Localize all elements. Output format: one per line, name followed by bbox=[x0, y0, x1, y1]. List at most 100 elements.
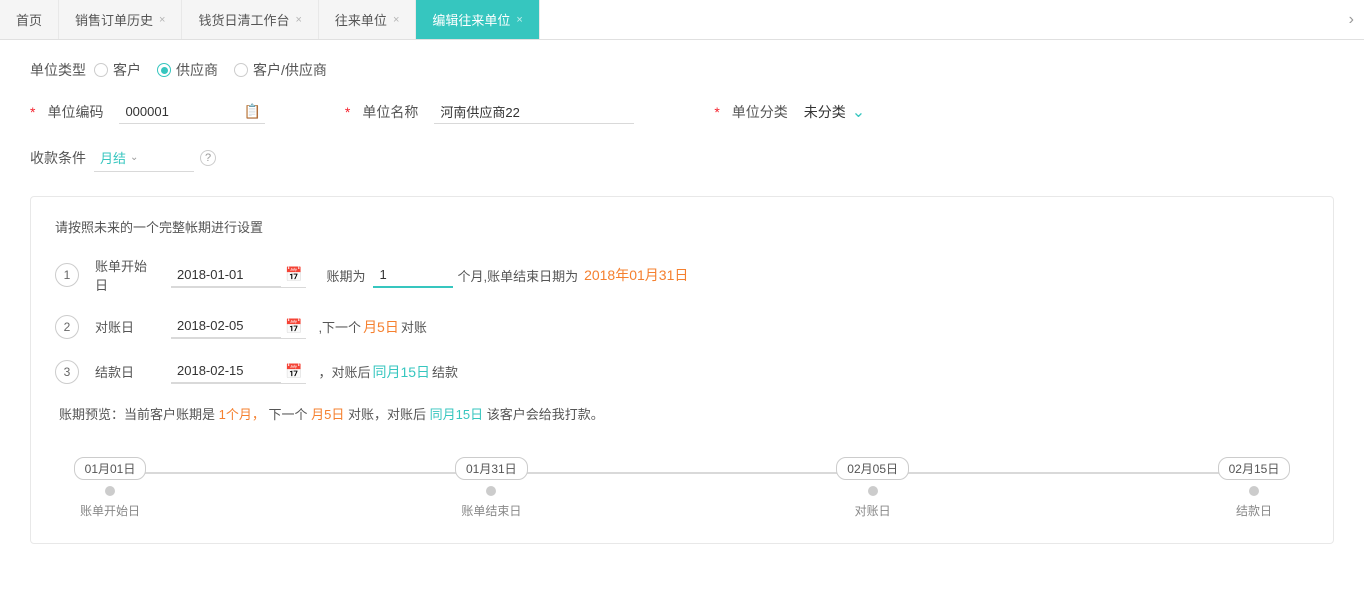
payment-terms-label: 收款条件 bbox=[30, 148, 86, 168]
unit-category-value: 未分类 bbox=[804, 102, 846, 122]
unit-code-input[interactable] bbox=[119, 100, 239, 123]
tab-home[interactable]: 首页 bbox=[0, 0, 59, 39]
radio-supplier-label: 供应商 bbox=[176, 60, 218, 80]
period-date-1-wrapper: 📅 bbox=[171, 263, 306, 288]
radio-both[interactable]: 客户/供应商 bbox=[234, 60, 327, 80]
timeline-pill-3: 02月05日 bbox=[836, 457, 909, 480]
tab-edit-partner-label: 编辑往来单位 bbox=[432, 10, 510, 29]
period-date-1-input[interactable] bbox=[171, 263, 281, 287]
unit-type-label: 单位类型 bbox=[30, 60, 86, 80]
preview-suffix: 该客户会给我打款。 bbox=[487, 407, 604, 422]
preview-prefix: 账期预览：当前客户账期是 bbox=[59, 407, 215, 422]
radio-customer[interactable]: 客户 bbox=[94, 60, 141, 80]
period-date-2-calendar-icon[interactable]: 📅 bbox=[281, 318, 306, 335]
preview-highlight2: 月5日 bbox=[311, 407, 344, 422]
preview-mid1: 下一个 bbox=[269, 407, 308, 422]
timeline-node-1: 01月01日 bbox=[65, 457, 155, 496]
unit-code-star: * bbox=[30, 104, 35, 120]
timeline-label-3: 对账日 bbox=[828, 502, 918, 519]
period-label-1: 账单开始日 bbox=[95, 256, 155, 294]
tab-expand-button[interactable]: › bbox=[1339, 0, 1364, 39]
period-period-label: 账期为 bbox=[326, 266, 365, 285]
tab-home-label: 首页 bbox=[16, 10, 42, 29]
timeline-label-1: 账单开始日 bbox=[65, 502, 155, 519]
unit-category-group: * 单位分类 未分类 ⌄ bbox=[714, 102, 865, 122]
unit-category-select[interactable]: 未分类 ⌄ bbox=[804, 102, 865, 122]
tab-sales-label: 销售订单历史 bbox=[75, 10, 153, 29]
unit-code-icon[interactable]: 📋 bbox=[239, 103, 264, 120]
preview-highlight3: 同月15日 bbox=[430, 407, 483, 422]
unit-name-star: * bbox=[345, 104, 350, 120]
unit-info-row: * 单位编码 📋 * 单位名称 * 单位分类 未分类 ⌄ bbox=[30, 100, 1334, 124]
period-row-1: 1 账单开始日 📅 账期为 个月,账单结束日期为 2018年01月31日 bbox=[55, 256, 1309, 294]
help-icon[interactable]: ? bbox=[200, 150, 216, 166]
tab-partner[interactable]: 往来单位 × bbox=[319, 0, 416, 39]
radio-supplier[interactable]: 供应商 bbox=[157, 60, 218, 80]
period-row3-post: 结款 bbox=[432, 362, 458, 381]
period-end-date: 2018年01月31日 bbox=[584, 265, 688, 285]
period-date-2-wrapper: 📅 bbox=[171, 314, 306, 339]
main-content: 单位类型 客户 供应商 客户/供应商 * 单位编码 📋 bbox=[0, 40, 1364, 608]
radio-customer-label: 客户 bbox=[113, 60, 141, 80]
tab-sales-close-icon[interactable]: × bbox=[159, 14, 165, 26]
timeline-dot-2 bbox=[486, 486, 496, 496]
tab-edit-partner[interactable]: 编辑往来单位 × bbox=[416, 0, 539, 39]
timeline-node-4: 02月15日 bbox=[1209, 457, 1299, 496]
timeline-labels: 账单开始日 账单结束日 对账日 结款日 bbox=[65, 502, 1299, 519]
tab-cash-work[interactable]: 钱货日清工作台 × bbox=[182, 0, 318, 39]
period-row2-highlight: 月5日 bbox=[363, 317, 399, 337]
radio-both-label: 客户/供应商 bbox=[253, 60, 327, 80]
period-row3-highlight: 同月15日 bbox=[372, 362, 430, 382]
timeline-area: 01月01日 01月31日 02月05日 bbox=[55, 447, 1309, 523]
period-row2-pre: ,下一个 bbox=[318, 317, 361, 336]
period-label-2: 对账日 bbox=[95, 317, 155, 336]
period-row2-post: 对账 bbox=[401, 317, 427, 336]
unit-code-label: 单位编码 bbox=[47, 102, 103, 122]
unit-name-group: * 单位名称 bbox=[345, 100, 634, 124]
period-months-input[interactable] bbox=[373, 263, 453, 288]
period-date-3-calendar-icon[interactable]: 📅 bbox=[281, 363, 306, 380]
payment-terms-select[interactable]: 月结 ⌄ bbox=[94, 144, 194, 172]
unit-code-input-wrapper: 📋 bbox=[119, 100, 264, 124]
tab-cash-close-icon[interactable]: × bbox=[295, 14, 301, 26]
unit-category-chevron-icon: ⌄ bbox=[852, 102, 865, 122]
timeline-dot-1 bbox=[105, 486, 115, 496]
timeline-dot-3 bbox=[868, 486, 878, 496]
tab-edit-partner-close-icon[interactable]: × bbox=[516, 14, 522, 26]
period-settings-card: 请按照未来的一个完整帐期进行设置 1 账单开始日 📅 账期为 个月,账单结束日期… bbox=[30, 196, 1334, 544]
preview-highlight1: 1个月， bbox=[219, 407, 265, 422]
preview-text: 账期预览：当前客户账期是 1个月， 下一个 月5日 对账，对账后 同月15日 该… bbox=[55, 404, 1309, 423]
period-row3-pre: ，对账后 bbox=[318, 362, 370, 381]
period-label-3: 结款日 bbox=[95, 362, 155, 381]
preview-mid2: 对账，对账后 bbox=[348, 407, 426, 422]
radio-both-circle bbox=[234, 63, 248, 77]
radio-supplier-circle bbox=[157, 63, 171, 77]
timeline-node-2: 01月31日 bbox=[446, 457, 536, 496]
period-date-3-input[interactable] bbox=[171, 359, 281, 383]
timeline-node-3: 02月05日 bbox=[828, 457, 918, 496]
period-date-3-wrapper: 📅 bbox=[171, 359, 306, 384]
period-num-3: 3 bbox=[55, 360, 79, 384]
timeline-pill-2: 01月31日 bbox=[455, 457, 528, 480]
payment-terms-value: 月结 bbox=[100, 148, 126, 167]
tab-partner-label: 往来单位 bbox=[335, 10, 387, 29]
unit-code-group: * 单位编码 📋 bbox=[30, 100, 265, 124]
timeline-pill-1: 01月01日 bbox=[74, 457, 147, 480]
period-row-3: 3 结款日 📅 ，对账后 同月15日 结款 bbox=[55, 359, 1309, 384]
period-num-2: 2 bbox=[55, 315, 79, 339]
timeline-label-4: 结款日 bbox=[1209, 502, 1299, 519]
tab-sales-history[interactable]: 销售订单历史 × bbox=[59, 0, 182, 39]
tab-partner-close-icon[interactable]: × bbox=[393, 14, 399, 26]
unit-name-label: 单位名称 bbox=[362, 102, 418, 122]
unit-category-label: 单位分类 bbox=[732, 102, 788, 122]
period-date-2-input[interactable] bbox=[171, 314, 281, 338]
unit-type-row: 单位类型 客户 供应商 客户/供应商 bbox=[30, 60, 1334, 80]
payment-terms-row: 收款条件 月结 ⌄ ? bbox=[30, 144, 1334, 172]
tab-bar: 首页 销售订单历史 × 钱货日清工作台 × 往来单位 × 编辑往来单位 × › bbox=[0, 0, 1364, 40]
period-suffix: 个月,账单结束日期为 bbox=[457, 266, 578, 285]
period-card-title: 请按照未来的一个完整帐期进行设置 bbox=[55, 217, 1309, 236]
unit-name-input[interactable] bbox=[434, 100, 634, 124]
timeline-dot-4 bbox=[1249, 486, 1259, 496]
period-date-1-calendar-icon[interactable]: 📅 bbox=[281, 266, 306, 283]
unit-category-star: * bbox=[714, 104, 719, 120]
